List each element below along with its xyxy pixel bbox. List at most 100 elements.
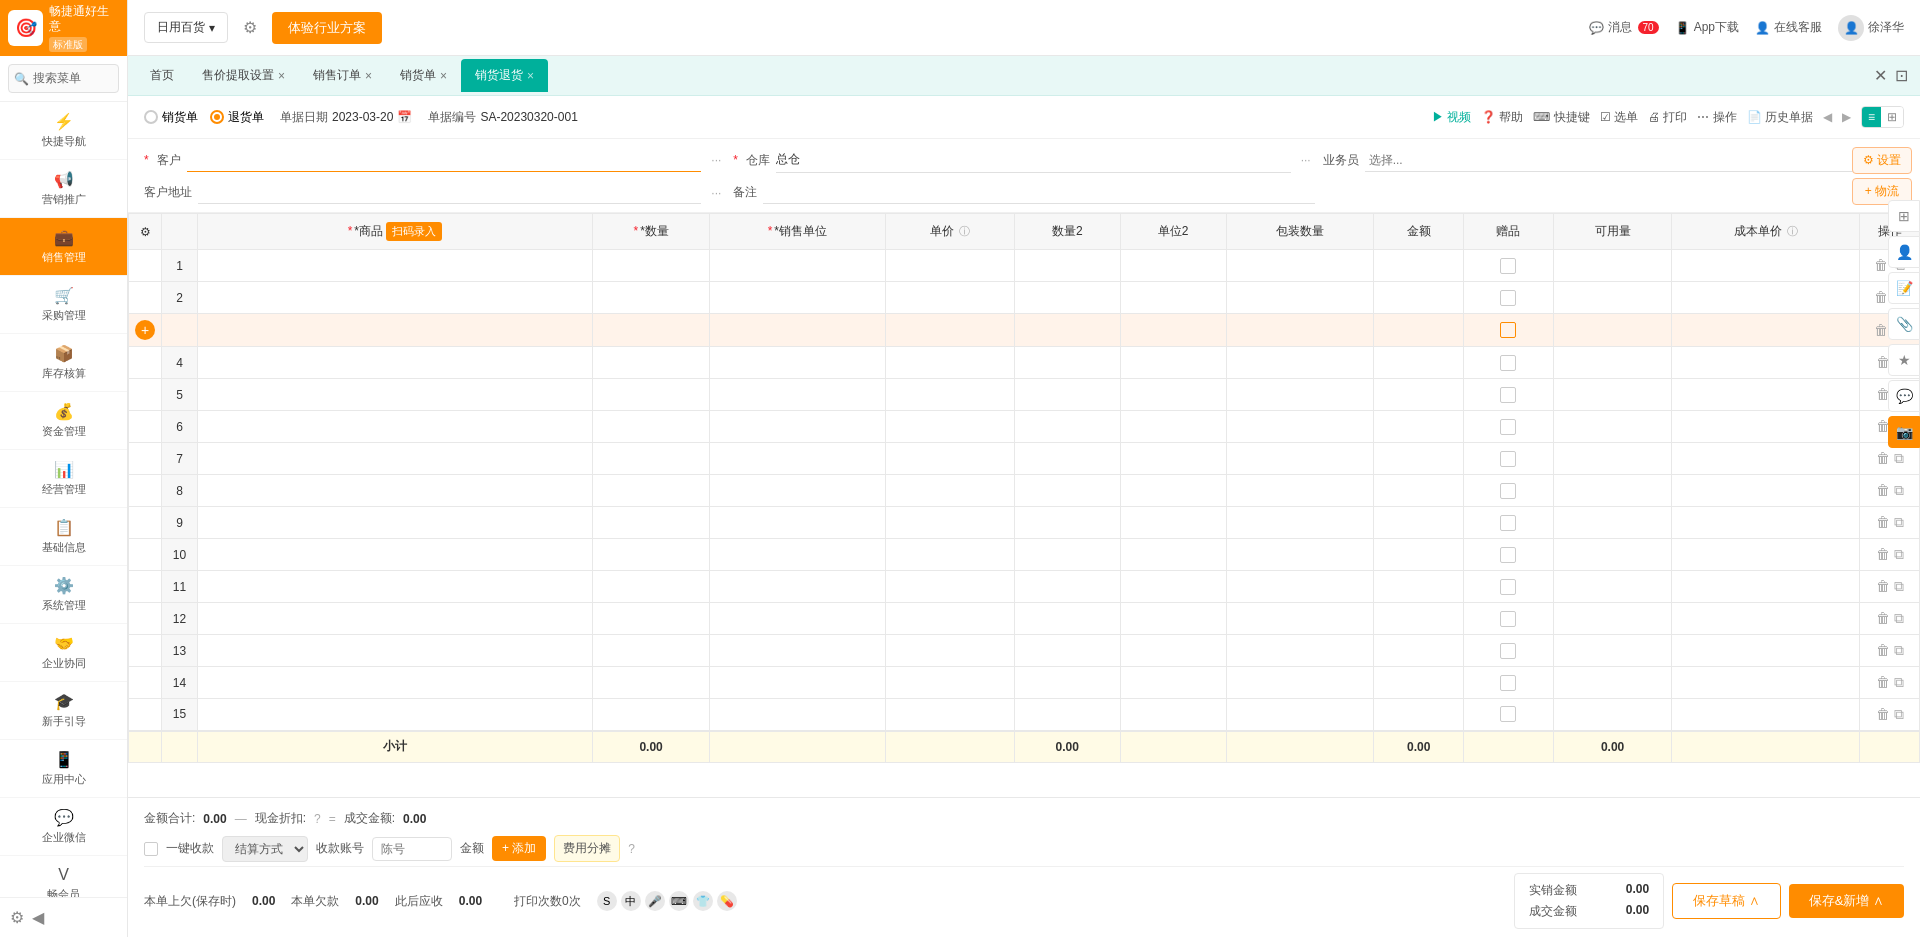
sidebar-item-vip[interactable]: V 畅会员 bbox=[0, 856, 127, 897]
row-qty2-2[interactable] bbox=[1014, 282, 1120, 314]
row-amount-3[interactable] bbox=[1374, 314, 1464, 347]
row-sales-unit-2[interactable] bbox=[710, 282, 885, 314]
delete-icon[interactable]: 🗑 bbox=[1876, 546, 1890, 562]
gift-checkbox-13[interactable] bbox=[1500, 643, 1516, 659]
right-sidebar-person-icon[interactable]: 👤 bbox=[1888, 236, 1920, 268]
row-unit-price-1[interactable] bbox=[885, 250, 1014, 282]
gift-checkbox-1[interactable] bbox=[1500, 258, 1516, 274]
row-available-3[interactable] bbox=[1553, 314, 1672, 347]
delete-row-2-icon[interactable]: 🗑 bbox=[1874, 289, 1888, 305]
row-amount-2[interactable] bbox=[1374, 282, 1464, 314]
row-available-2[interactable] bbox=[1553, 282, 1672, 314]
tool-icon-4[interactable]: ⌨ bbox=[669, 891, 689, 911]
video-action[interactable]: ▶ 视频 bbox=[1432, 109, 1471, 126]
customer-input[interactable] bbox=[187, 149, 702, 172]
gift-checkbox-12[interactable] bbox=[1500, 611, 1516, 627]
notes-input[interactable] bbox=[763, 181, 1314, 204]
sidebar-item-enterprise[interactable]: 🤝 企业协同 bbox=[0, 624, 127, 682]
sidebar-item-enterprise-wechat[interactable]: 💬 企业微信 bbox=[0, 798, 127, 856]
delete-icon[interactable]: 🗑 bbox=[1876, 674, 1890, 690]
fee-help-icon[interactable]: ? bbox=[628, 842, 635, 856]
copy-icon[interactable]: ⧉ bbox=[1894, 674, 1904, 690]
delete-icon[interactable]: 🗑 bbox=[1876, 578, 1890, 594]
prev-record-icon[interactable]: ◀ bbox=[1823, 110, 1832, 124]
tab-price-setting-close[interactable]: × bbox=[278, 69, 285, 83]
row-product-3[interactable] bbox=[198, 314, 593, 347]
delete-row-3-icon[interactable]: 🗑 bbox=[1874, 322, 1888, 338]
radio-sales[interactable]: 销货单 bbox=[144, 109, 198, 126]
sidebar-item-guide[interactable]: 🎓 新手引导 bbox=[0, 682, 127, 740]
row-sales-unit-1[interactable] bbox=[710, 250, 885, 282]
copy-icon[interactable]: ⧉ bbox=[1894, 450, 1904, 466]
copy-icon[interactable]: ⧉ bbox=[1894, 514, 1904, 530]
radio-return[interactable]: 退货单 bbox=[210, 109, 264, 126]
sidebar-item-quick-nav[interactable]: ⚡ 快捷导航 bbox=[0, 102, 127, 160]
gift-checkbox-7[interactable] bbox=[1500, 451, 1516, 467]
row-product-2[interactable] bbox=[198, 282, 593, 314]
add-payment-btn[interactable]: + 添加 bbox=[492, 836, 546, 861]
gift-checkbox-5[interactable] bbox=[1500, 387, 1516, 403]
row-sales-unit-3[interactable] bbox=[710, 314, 885, 347]
row-unit2-1[interactable] bbox=[1120, 250, 1226, 282]
industry-dropdown[interactable]: 日用百货 ▾ bbox=[144, 12, 228, 43]
warehouse-picker-dots[interactable]: ··· bbox=[1297, 153, 1315, 167]
tab-price-setting[interactable]: 售价提取设置 × bbox=[188, 59, 299, 92]
row-qty-1[interactable] bbox=[593, 250, 710, 282]
tool-icon-1[interactable]: S bbox=[597, 891, 617, 911]
row-unit2-3[interactable] bbox=[1120, 314, 1226, 347]
settings-col-icon[interactable]: ⚙ bbox=[140, 225, 151, 239]
row-unit-price-3[interactable] bbox=[885, 314, 1014, 347]
sidebar-item-sales-mgmt[interactable]: 💼 销售管理 bbox=[0, 218, 127, 276]
gift-checkbox-6[interactable] bbox=[1500, 419, 1516, 435]
row-cost-price-1[interactable] bbox=[1672, 250, 1860, 282]
list-view-btn[interactable]: ≡ bbox=[1862, 107, 1881, 127]
operation-action[interactable]: ⋯ 操作 bbox=[1697, 109, 1736, 126]
row-pkg-qty-3[interactable] bbox=[1226, 314, 1374, 347]
copy-icon[interactable]: ⧉ bbox=[1894, 578, 1904, 594]
row-cost-price-2[interactable] bbox=[1672, 282, 1860, 314]
right-sidebar-star-icon[interactable]: ★ bbox=[1888, 344, 1920, 376]
delete-icon[interactable]: 🗑 bbox=[1876, 514, 1890, 530]
delete-icon[interactable]: 🗑 bbox=[1876, 706, 1890, 722]
save-new-button[interactable]: 保存&新增 ∧ bbox=[1789, 884, 1904, 918]
tab-sales-delivery-close[interactable]: × bbox=[440, 69, 447, 83]
row-cost-price-3[interactable] bbox=[1672, 314, 1860, 347]
right-sidebar-note-icon[interactable]: 📝 bbox=[1888, 272, 1920, 304]
next-record-icon[interactable]: ▶ bbox=[1842, 110, 1851, 124]
delete-icon[interactable]: 🗑 bbox=[1876, 450, 1890, 466]
row-gift-1[interactable] bbox=[1464, 250, 1554, 282]
experience-btn[interactable]: 体验行业方案 bbox=[272, 12, 382, 44]
sidebar-item-purchase-mgmt[interactable]: 🛒 采购管理 bbox=[0, 276, 127, 334]
row-unit2-2[interactable] bbox=[1120, 282, 1226, 314]
copy-icon[interactable]: ⧉ bbox=[1894, 642, 1904, 658]
save-draft-button[interactable]: 保存草稿 ∧ bbox=[1672, 883, 1781, 919]
sidebar-item-finance[interactable]: 💰 资金管理 bbox=[0, 392, 127, 450]
expand-tabs-button[interactable]: ⊡ bbox=[1891, 62, 1912, 89]
row-gift-3[interactable] bbox=[1464, 314, 1554, 347]
sidebar-item-app-center[interactable]: 📱 应用中心 bbox=[0, 740, 127, 798]
gift-checkbox-2[interactable] bbox=[1500, 290, 1516, 306]
gift-checkbox-14[interactable] bbox=[1500, 675, 1516, 691]
product-input-3[interactable] bbox=[204, 323, 586, 337]
gift-checkbox-9[interactable] bbox=[1500, 515, 1516, 531]
tab-sales-return[interactable]: 销货退货 × bbox=[461, 59, 548, 92]
address-picker-dots[interactable]: ··· bbox=[707, 186, 725, 200]
search-menu-button[interactable]: 🔍 搜索菜单 bbox=[8, 64, 119, 93]
sidebar-item-system-mgmt[interactable]: ⚙️ 系统管理 bbox=[0, 566, 127, 624]
row-gift-2[interactable] bbox=[1464, 282, 1554, 314]
gift-checkbox-4[interactable] bbox=[1500, 355, 1516, 371]
gift-checkbox-11[interactable] bbox=[1500, 579, 1516, 595]
row-qty2-1[interactable] bbox=[1014, 250, 1120, 282]
right-sidebar-camera-icon[interactable]: 📷 bbox=[1888, 416, 1920, 448]
tool-icon-2[interactable]: 中 bbox=[621, 891, 641, 911]
copy-icon[interactable]: ⧉ bbox=[1894, 482, 1904, 498]
right-sidebar-chat-icon[interactable]: 💬 bbox=[1888, 380, 1920, 412]
tab-home[interactable]: 首页 bbox=[136, 59, 188, 92]
close-all-tabs-button[interactable]: ✕ bbox=[1870, 62, 1891, 89]
row-product-1[interactable] bbox=[198, 250, 593, 282]
row-amount-1[interactable] bbox=[1374, 250, 1464, 282]
gift-checkbox-3[interactable] bbox=[1500, 322, 1516, 338]
delete-row-1-icon[interactable]: 🗑 bbox=[1874, 257, 1888, 273]
tab-sales-order[interactable]: 销售订单 × bbox=[299, 59, 386, 92]
copy-icon[interactable]: ⧉ bbox=[1894, 706, 1904, 722]
